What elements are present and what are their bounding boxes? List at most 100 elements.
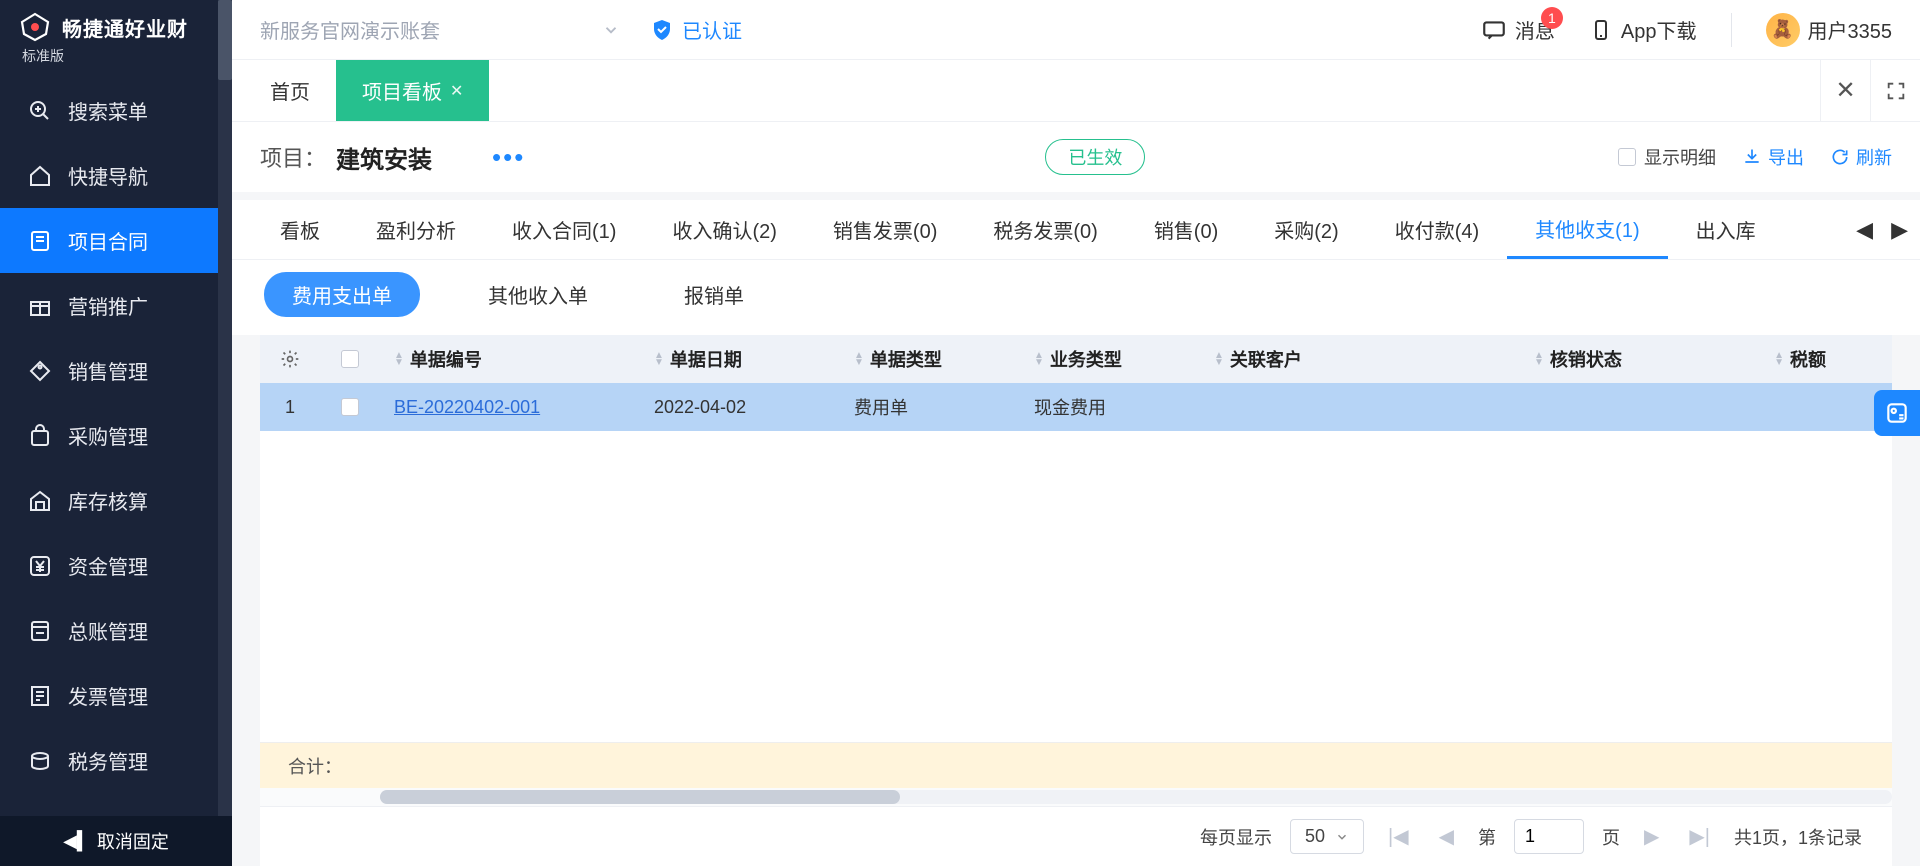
sidebar-item-quicknav[interactable]: 快捷导航 xyxy=(0,143,218,208)
tabs-fullscreen[interactable] xyxy=(1870,60,1920,121)
brand-edition: 标准版 xyxy=(0,46,218,78)
checkbox-icon xyxy=(1618,148,1636,166)
page-input[interactable] xyxy=(1514,819,1584,854)
col-customer[interactable]: ▲▼关联客户 xyxy=(1200,346,1520,372)
table: ▲▼单据编号 ▲▼单据日期 ▲▼单据类型 ▲▼业务类型 ▲▼关联客户 ▲▼核销状… xyxy=(260,335,1892,806)
home-icon xyxy=(28,164,52,188)
ledger-icon xyxy=(28,619,52,643)
refresh-button[interactable]: 刷新 xyxy=(1830,144,1892,170)
col-label: 单据类型 xyxy=(870,346,942,372)
col-label: 税额 xyxy=(1790,346,1826,372)
total-label: 合计： xyxy=(260,753,356,779)
export-button[interactable]: 导出 xyxy=(1742,144,1804,170)
sidebar-item-invoice[interactable]: 发票管理 xyxy=(0,663,218,728)
subtab-salesinv[interactable]: 销售发票(0) xyxy=(805,200,965,259)
sort-icon: ▲▼ xyxy=(394,352,404,366)
brand-logo-icon xyxy=(18,12,52,42)
sidebar-item-purchase[interactable]: 采购管理 xyxy=(0,403,218,468)
per-page-value: 50 xyxy=(1305,826,1325,847)
subtab-purchase[interactable]: 采购(2) xyxy=(1246,200,1366,259)
pagination: 每页显示 50 |◀ ◀ 第 页 ▶ ▶| 共1页，1条记录 xyxy=(260,806,1892,866)
first-page-button[interactable]: |◀ xyxy=(1382,824,1415,849)
col-biz-type[interactable]: ▲▼业务类型 xyxy=(1020,346,1200,372)
feedback-button[interactable] xyxy=(1874,390,1920,436)
col-doc-date[interactable]: ▲▼单据日期 xyxy=(640,346,840,372)
coins-icon xyxy=(28,749,52,773)
sidebar-item-label: 库存核算 xyxy=(68,486,148,515)
sidebar-item-tax[interactable]: 税务管理 xyxy=(0,728,218,793)
divider xyxy=(1731,13,1732,47)
subtab-label: 看板 xyxy=(280,215,320,244)
sidebar-scrollbar[interactable] xyxy=(218,0,232,816)
table-row[interactable]: 1 BE-20220402-001 2022-04-02 费用单 现金费用 xyxy=(260,383,1892,431)
pill-expense[interactable]: 费用支出单 xyxy=(264,272,420,317)
app-label: App下载 xyxy=(1621,15,1697,44)
subtab-taxinv[interactable]: 税务发票(0) xyxy=(965,200,1125,259)
subtab-profit[interactable]: 盈利分析 xyxy=(348,200,484,259)
tabs-row: 首页 项目看板 ✕ ✕ xyxy=(232,60,1920,122)
sort-icon: ▲▼ xyxy=(1534,352,1544,366)
sidebar-item-inventory[interactable]: 库存核算 xyxy=(0,468,218,533)
col-tax[interactable]: ▲▼税额 xyxy=(1720,346,1840,372)
project-label: 项目： xyxy=(260,141,326,173)
more-menu[interactable]: ••• xyxy=(492,142,525,173)
subtab-confirm[interactable]: 收入确认(2) xyxy=(644,200,804,259)
sidebar-item-label: 项目合同 xyxy=(68,226,148,255)
table-settings-button[interactable] xyxy=(260,349,320,369)
user-name: 用户3355 xyxy=(1808,15,1893,44)
prev-page-button[interactable]: ◀ xyxy=(1433,824,1460,849)
per-page-select[interactable]: 50 xyxy=(1290,819,1364,854)
subtab-other[interactable]: 其他收支(1) xyxy=(1507,200,1667,259)
next-page-button[interactable]: ▶ xyxy=(1638,824,1665,849)
sidebar-item-sales[interactable]: 销售管理 xyxy=(0,338,218,403)
subtab-inout[interactable]: 出入库 xyxy=(1668,200,1784,259)
subtabs-next[interactable]: ▶ xyxy=(1891,217,1908,243)
pill-income[interactable]: 其他收入单 xyxy=(460,272,616,317)
col-doc-no[interactable]: ▲▼单据编号 xyxy=(380,346,640,372)
tab-home[interactable]: 首页 xyxy=(244,60,336,121)
message-button[interactable]: 消息 1 xyxy=(1481,15,1555,44)
brand: 畅捷通好业财 xyxy=(0,0,218,46)
subtabs-prev[interactable]: ◀ xyxy=(1856,217,1873,243)
row-checkbox[interactable] xyxy=(320,398,380,416)
collapse-icon: ◀▍ xyxy=(63,831,91,852)
tab-label: 项目看板 xyxy=(362,76,442,105)
sort-icon: ▲▼ xyxy=(1034,352,1044,366)
app-download-button[interactable]: App下载 xyxy=(1589,15,1697,44)
last-page-button[interactable]: ▶| xyxy=(1683,824,1716,849)
message-badge: 1 xyxy=(1541,7,1563,29)
close-icon[interactable]: ✕ xyxy=(450,81,463,101)
project-name: 建筑安装 xyxy=(336,140,432,175)
avatar-icon: 🧸 xyxy=(1766,13,1800,47)
main: 新服务官网演示账套 已认证 消息 1 App下载 xyxy=(232,0,1920,866)
subtab-payment[interactable]: 收付款(4) xyxy=(1367,200,1507,259)
subtab-board[interactable]: 看板 xyxy=(252,200,348,259)
tab-project-board[interactable]: 项目看板 ✕ xyxy=(336,60,489,121)
user-menu[interactable]: 🧸 用户3355 xyxy=(1766,13,1893,47)
horizontal-scrollbar[interactable] xyxy=(260,788,1892,806)
pill-row: 费用支出单 其他收入单 报销单 xyxy=(232,260,1920,335)
subtab-sales[interactable]: 销售(0) xyxy=(1126,200,1246,259)
sidebar-item-search[interactable]: 搜索菜单 xyxy=(0,78,218,143)
shield-icon xyxy=(650,18,674,42)
chevron-down-icon xyxy=(602,21,620,39)
subtab-contract[interactable]: 收入合同(1) xyxy=(484,200,644,259)
yen-icon xyxy=(28,554,52,578)
sidebar-unpin[interactable]: ◀▍ 取消固定 xyxy=(0,816,232,866)
sidebar-item-ledger[interactable]: 总账管理 xyxy=(0,598,218,663)
org-selector[interactable]: 新服务官网演示账套 xyxy=(260,15,650,44)
show-detail-toggle[interactable]: 显示明细 xyxy=(1618,144,1716,170)
col-doc-type[interactable]: ▲▼单据类型 xyxy=(840,346,1020,372)
receipt-icon xyxy=(28,684,52,708)
col-verify[interactable]: ▲▼核销状态 xyxy=(1520,346,1720,372)
sidebar-item-contract[interactable]: 项目合同 xyxy=(0,208,218,273)
doc-no-link[interactable]: BE-20220402-001 xyxy=(394,397,540,418)
subtab-label: 采购(2) xyxy=(1274,215,1338,244)
sidebar-item-funds[interactable]: 资金管理 xyxy=(0,533,218,598)
content: 项目： 建筑安装 ••• 已生效 显示明细 导出 刷新 xyxy=(232,122,1920,866)
pill-reimburse[interactable]: 报销单 xyxy=(656,272,772,317)
tabs-close-all[interactable]: ✕ xyxy=(1820,60,1870,121)
sidebar-item-label: 营销推广 xyxy=(68,291,148,320)
sidebar-item-marketing[interactable]: 营销推广 xyxy=(0,273,218,338)
select-all-checkbox[interactable] xyxy=(320,350,380,368)
